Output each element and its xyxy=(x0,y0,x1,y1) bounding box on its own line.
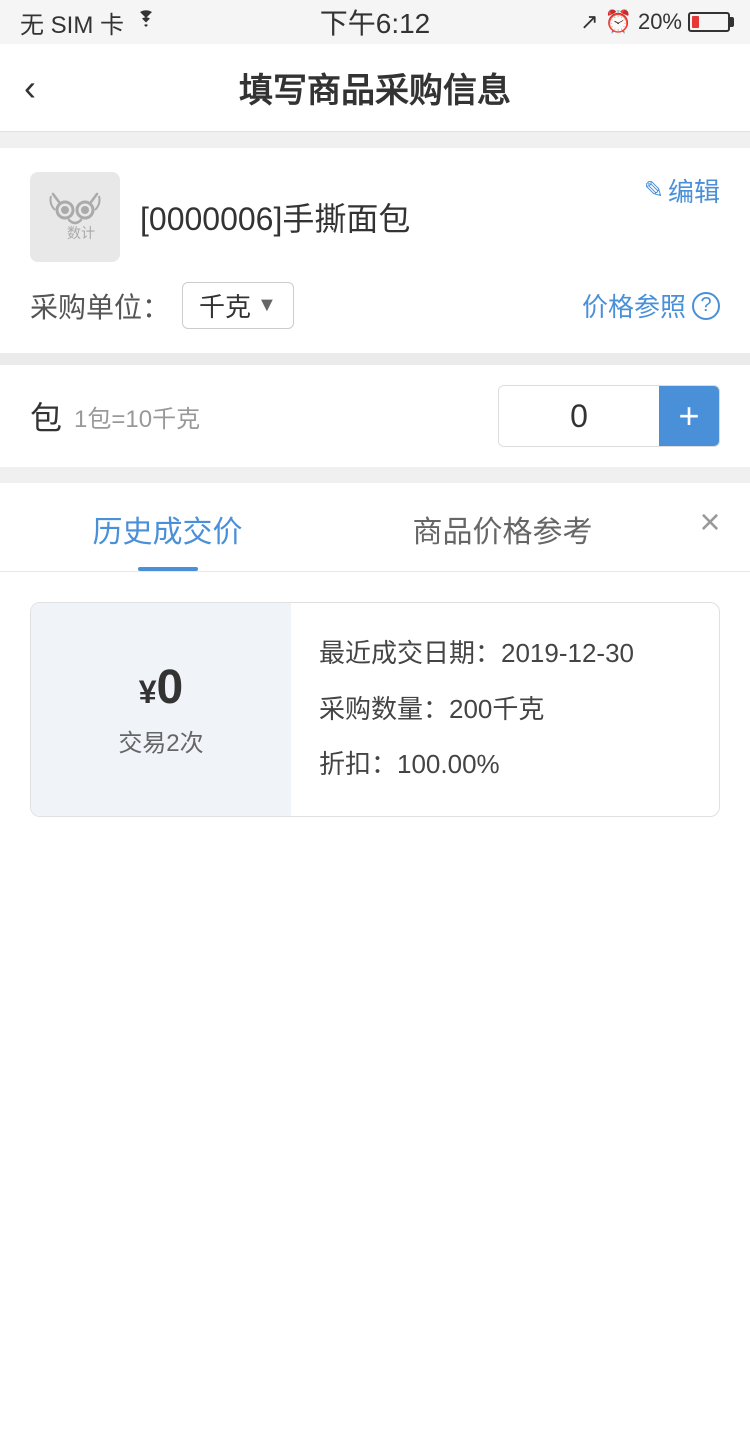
tab-price-reference[interactable]: 商品价格参考 xyxy=(335,483,670,571)
product-logo-icon: 数计 xyxy=(45,182,105,252)
recent-date-value: 2019-12-30 xyxy=(501,638,634,668)
price-ref-help-icon: ? xyxy=(692,292,720,320)
edit-label: 编辑 xyxy=(668,172,720,209)
purchase-qty-label: 采购数量： xyxy=(319,694,449,724)
product-left: 数计 [0000006]手撕面包 xyxy=(30,172,410,262)
currency-symbol: ¥ xyxy=(139,674,157,710)
nav-bar: ‹ 填写商品采购信息 xyxy=(0,44,750,132)
tab-history-label: 历史成交价 xyxy=(93,516,243,549)
quantity-plus-button[interactable]: + xyxy=(659,386,719,446)
status-left: 无 SIM 卡 xyxy=(20,5,160,40)
price-reference-button[interactable]: 价格参照 ? xyxy=(582,287,720,324)
back-button[interactable]: ‹ xyxy=(24,67,36,109)
discount-row: 折扣：100.00% xyxy=(319,744,691,786)
page-title: 填写商品采购信息 xyxy=(239,63,511,112)
tabs-header: 历史成交价 商品价格参考 × xyxy=(0,483,750,572)
trade-count: 交易2次 xyxy=(118,723,203,758)
location-icon: ↗ xyxy=(580,9,598,35)
alarm-icon: ⏰ xyxy=(605,9,632,35)
unit-value: 千克 xyxy=(199,287,251,324)
battery-percent: 20% xyxy=(638,9,682,35)
quantity-controls: + xyxy=(498,385,720,447)
product-thumbnail: 数计 xyxy=(30,172,120,262)
price-value: 0 xyxy=(157,661,184,714)
card-right: 最近成交日期：2019-12-30 采购数量：200千克 折扣：100.00% xyxy=(291,603,719,816)
product-name: [0000006]手撕面包 xyxy=(140,194,410,240)
close-icon: × xyxy=(699,501,720,543)
carrier-text: 无 SIM 卡 xyxy=(20,5,124,40)
battery-icon xyxy=(688,12,730,32)
price-ref-label: 价格参照 xyxy=(582,287,686,324)
transaction-price: ¥0 xyxy=(139,660,184,715)
status-right: ↗ ⏰ 20% xyxy=(580,9,730,35)
edit-button[interactable]: ✎ 编辑 xyxy=(644,172,720,209)
content-area xyxy=(0,847,750,1447)
purchase-unit-label: 采购单位： xyxy=(30,286,170,326)
status-bar: 无 SIM 卡 下午6:12 ↗ ⏰ 20% xyxy=(0,0,750,44)
unit-left: 采购单位： 千克 ▼ xyxy=(30,282,294,329)
dropdown-arrow-icon: ▼ xyxy=(257,294,277,317)
section-divider xyxy=(0,353,750,365)
status-time: 下午6:12 xyxy=(320,2,431,42)
purchase-qty-value: 200千克 xyxy=(449,694,544,724)
quantity-unit-sub: 1包=10千克 xyxy=(74,399,200,434)
edit-icon: ✎ xyxy=(644,176,664,205)
card-left: ¥0 交易2次 xyxy=(31,603,291,816)
quantity-unit-name: 包 xyxy=(30,393,62,439)
discount-value: 100.00% xyxy=(397,749,500,779)
tab-history-price[interactable]: 历史成交价 xyxy=(0,483,335,571)
quantity-row: 包 1包=10千克 + xyxy=(0,365,750,467)
unit-dropdown[interactable]: 千克 ▼ xyxy=(182,282,294,329)
tabs-section: 历史成交价 商品价格参考 × ¥0 交易2次 最近成交日期：2019-12-30… xyxy=(0,483,750,847)
tab-price-ref-label: 商品价格参考 xyxy=(413,516,593,549)
unit-label: 包 1包=10千克 xyxy=(30,393,200,439)
recent-date-label: 最近成交日期： xyxy=(319,638,501,668)
transaction-card: ¥0 交易2次 最近成交日期：2019-12-30 采购数量：200千克 折扣：… xyxy=(30,602,720,817)
purchase-qty-row: 采购数量：200千克 xyxy=(319,689,691,731)
recent-date-row: 最近成交日期：2019-12-30 xyxy=(319,633,691,675)
quantity-input[interactable] xyxy=(499,386,659,446)
purchase-unit-row: 采购单位： 千克 ▼ 价格参照 ? xyxy=(30,282,720,329)
discount-label: 折扣： xyxy=(319,749,397,779)
svg-text:数计: 数计 xyxy=(67,225,95,241)
product-card: 数计 [0000006]手撕面包 ✎ 编辑 采购单位： 千克 ▼ 价格参照 ? xyxy=(0,148,750,353)
tabs-close-button[interactable]: × xyxy=(670,501,750,553)
product-header: 数计 [0000006]手撕面包 ✎ 编辑 xyxy=(30,172,720,262)
wifi-icon xyxy=(132,8,160,36)
tabs-content: ¥0 交易2次 最近成交日期：2019-12-30 采购数量：200千克 折扣：… xyxy=(0,572,750,847)
